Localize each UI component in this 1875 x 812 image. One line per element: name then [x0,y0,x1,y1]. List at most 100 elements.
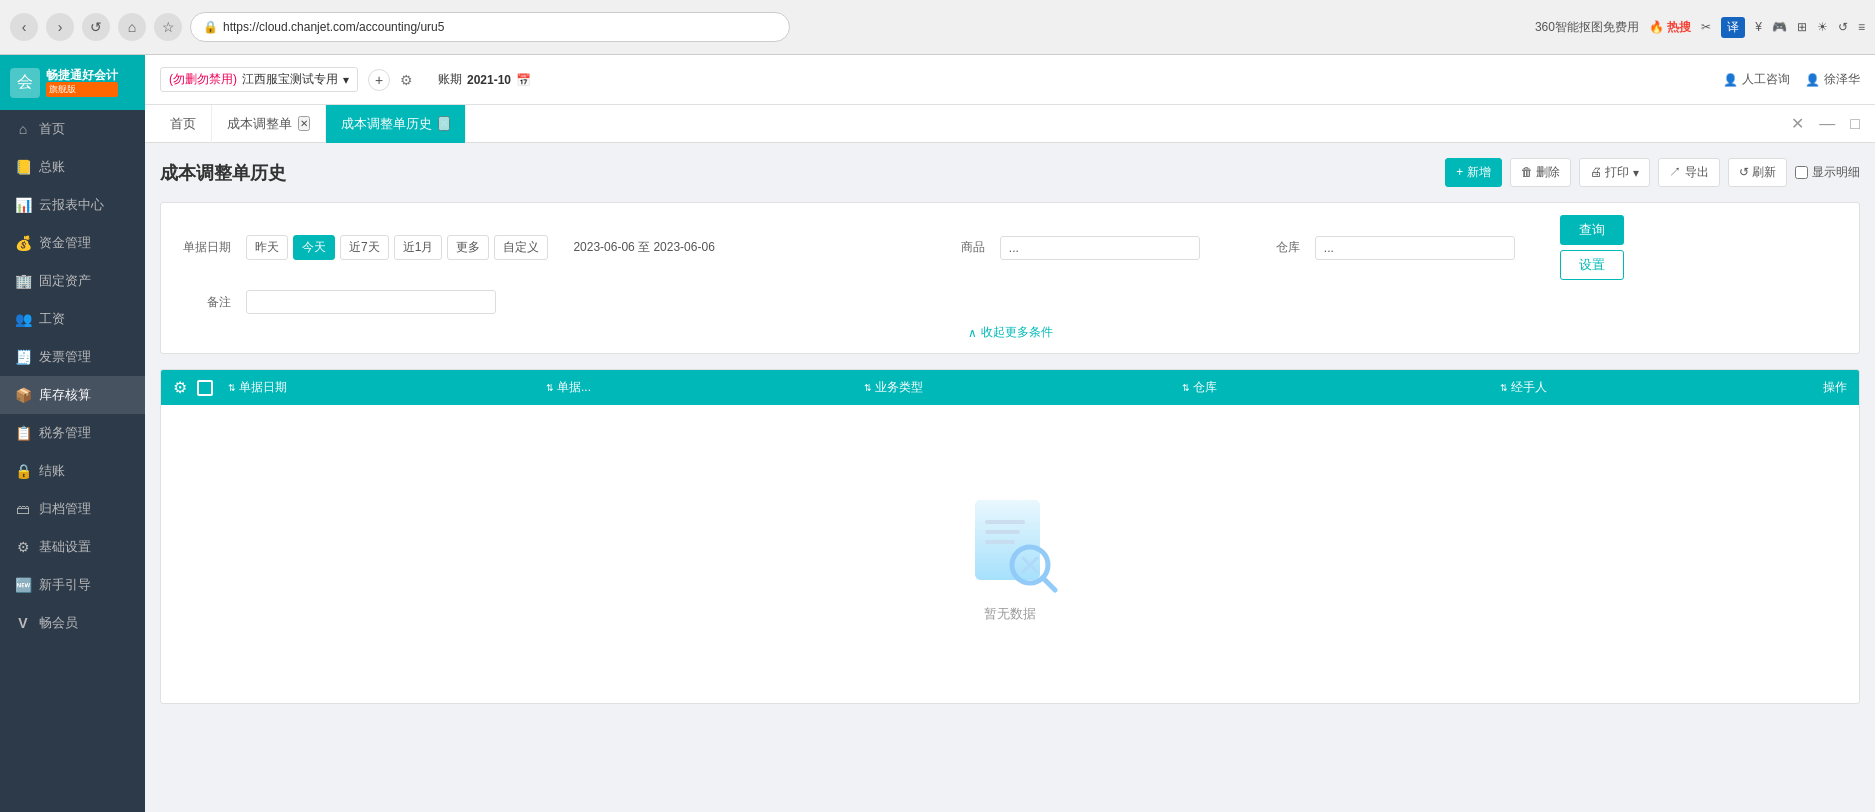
filter-settings-button[interactable]: 设置 [1560,250,1624,280]
col-header-action: 操作 [1823,379,1847,396]
window-close-button[interactable]: ✕ [1786,114,1809,133]
tab-cost-adjust-history-close[interactable]: ✕ [438,116,450,131]
sidebar-label-archive: 归档管理 [39,500,91,518]
company-selector[interactable]: (勿删勿禁用) 江西服宝测试专用 ▾ [160,67,358,92]
period-label: 账期 [438,71,462,88]
forward-button[interactable]: › [46,13,74,41]
tool-translate[interactable]: 译 [1721,17,1745,38]
tax-icon: 📋 [15,425,31,441]
date-btn-7days[interactable]: 近7天 [340,235,389,260]
sidebar-item-salary[interactable]: 👥 工资 [0,300,145,338]
tool-theme[interactable]: ☀ [1817,20,1828,34]
sidebar-label-salary: 工资 [39,310,65,328]
window-min-button[interactable]: — [1814,115,1840,133]
tab-cost-adjust-history[interactable]: 成本调整单历史 ✕ [326,105,466,143]
sidebar-item-guide[interactable]: 🆕 新手引导 [0,566,145,604]
home-icon: ⌂ [15,121,31,137]
export-button[interactable]: ↗ 导出 [1658,158,1719,187]
date-btn-custom[interactable]: 自定义 [494,235,548,260]
col-header-handler[interactable]: ⇅ 经手人 [1495,379,1813,396]
add-tab-button[interactable]: + [368,69,390,91]
sort-warehouse-icon: ⇅ [1182,383,1190,393]
period-info: 账期 2021-10 📅 [438,71,531,88]
sidebar-item-reports[interactable]: 📊 云报表中心 [0,186,145,224]
sidebar-item-assets[interactable]: 💰 资金管理 [0,224,145,262]
tab-home[interactable]: 首页 [155,105,212,143]
page-header: 成本调整单历史 + 新增 🗑 删除 🖨 打印 ▾ ↗ 导出 ↺ 刷新 显示明细 [160,158,1860,187]
print-button[interactable]: 🖨 打印 ▾ [1579,158,1650,187]
display-cols-label: 显示明细 [1812,164,1860,181]
logo-badge: 旗舰版 [46,82,118,97]
query-settings-group: 查询 设置 [1560,215,1624,280]
tool-currency[interactable]: ¥ [1755,20,1762,34]
date-btn-more[interactable]: 更多 [447,235,489,260]
tool-undo[interactable]: ↺ [1838,20,1848,34]
empty-illustration [950,485,1070,605]
star-button[interactable]: ☆ [154,13,182,41]
warehouse-filter-select[interactable]: ... [1315,236,1515,260]
new-button[interactable]: + 新增 [1445,158,1501,187]
sidebar-item-closing[interactable]: 🔒 结账 [0,452,145,490]
display-cols-checkbox[interactable] [1795,166,1808,179]
table-headers: ⇅ 单据日期 ⇅ 单据... ⇅ 业务类型 ⇅ [223,379,1813,396]
date-btn-yesterday[interactable]: 昨天 [246,235,288,260]
sidebar-item-archive[interactable]: 🗃 归档管理 [0,490,145,528]
col-header-biztype[interactable]: ⇅ 业务类型 [859,379,1177,396]
delete-button[interactable]: 🗑 删除 [1510,158,1571,187]
svg-line-6 [1043,578,1055,590]
service-button[interactable]: 👤 人工咨询 [1723,71,1790,88]
date-filter-label: 单据日期 [176,239,231,256]
svg-rect-3 [985,530,1020,534]
sidebar-label-ledger: 总账 [39,158,65,176]
refresh-button[interactable]: ↺ 刷新 [1728,158,1787,187]
svg-rect-2 [985,520,1025,524]
goods-filter-select[interactable]: ... [1000,236,1200,260]
tool-grid[interactable]: ⊞ [1797,20,1807,34]
sidebar-item-settings[interactable]: ⚙ 基础设置 [0,528,145,566]
tab-cost-adjust-close[interactable]: ✕ [298,116,310,131]
sidebar-item-tax[interactable]: 📋 税务管理 [0,414,145,452]
col-header-doc[interactable]: ⇅ 单据... [541,379,859,396]
user-avatar-icon: 👤 [1805,73,1820,87]
settings-gear-icon[interactable]: ⚙ [400,72,413,88]
username-label: 徐泽华 [1824,71,1860,88]
tool-game[interactable]: 🎮 [1772,20,1787,34]
tab-cost-adjust-label: 成本调整单 [227,115,292,133]
closing-icon: 🔒 [15,463,31,479]
collapse-filter-button[interactable]: ∧ 收起更多条件 [968,324,1053,341]
remark-filter-label: 备注 [176,294,231,311]
settings-icon: ⚙ [15,539,31,555]
sidebar-item-invoice[interactable]: 🧾 发票管理 [0,338,145,376]
tabs-bar: 首页 成本调整单 ✕ 成本调整单历史 ✕ ✕ — □ [145,105,1875,143]
service-label: 人工咨询 [1742,71,1790,88]
table-settings-icon[interactable]: ⚙ [173,378,187,397]
tool-scissors[interactable]: ✂ [1701,20,1711,34]
sidebar-item-vip[interactable]: V 畅会员 [0,604,145,642]
col-header-date[interactable]: ⇅ 单据日期 [223,379,541,396]
back-button[interactable]: ‹ [10,13,38,41]
sidebar-item-home[interactable]: ⌂ 首页 [0,110,145,148]
display-cols-toggle[interactable]: 显示明细 [1795,164,1860,181]
sidebar-logo: 会 畅捷通好会计 旗舰版 [0,55,145,110]
col-warehouse-label: 仓库 [1193,379,1217,396]
date-btn-1month[interactable]: 近1月 [394,235,443,260]
sidebar-item-ledger[interactable]: 📒 总账 [0,148,145,186]
sort-asc-icon: ⇅ [228,383,236,393]
date-btn-today[interactable]: 今天 [293,235,335,260]
sidebar-item-inventory[interactable]: 📦 库存核算 [0,376,145,414]
window-max-button[interactable]: □ [1845,115,1865,133]
tool-menu[interactable]: ≡ [1858,20,1865,34]
user-profile-button[interactable]: 👤 徐泽华 [1805,71,1860,88]
query-button[interactable]: 查询 [1560,215,1624,245]
home-button[interactable]: ⌂ [118,13,146,41]
remark-filter-input[interactable] [246,290,496,314]
sidebar-label-inventory: 库存核算 [39,386,91,404]
select-all-checkbox[interactable] [197,380,213,396]
sidebar-item-fixed-assets[interactable]: 🏢 固定资产 [0,262,145,300]
address-bar[interactable]: 🔒 https://cloud.chanjet.com/accounting/u… [190,12,790,42]
refresh-button[interactable]: ↺ [82,13,110,41]
company-name: 江西服宝测试专用 [242,71,338,88]
tab-cost-adjust[interactable]: 成本调整单 ✕ [212,105,326,143]
col-header-warehouse[interactable]: ⇅ 仓库 [1177,379,1495,396]
calendar-icon[interactable]: 📅 [516,73,531,87]
